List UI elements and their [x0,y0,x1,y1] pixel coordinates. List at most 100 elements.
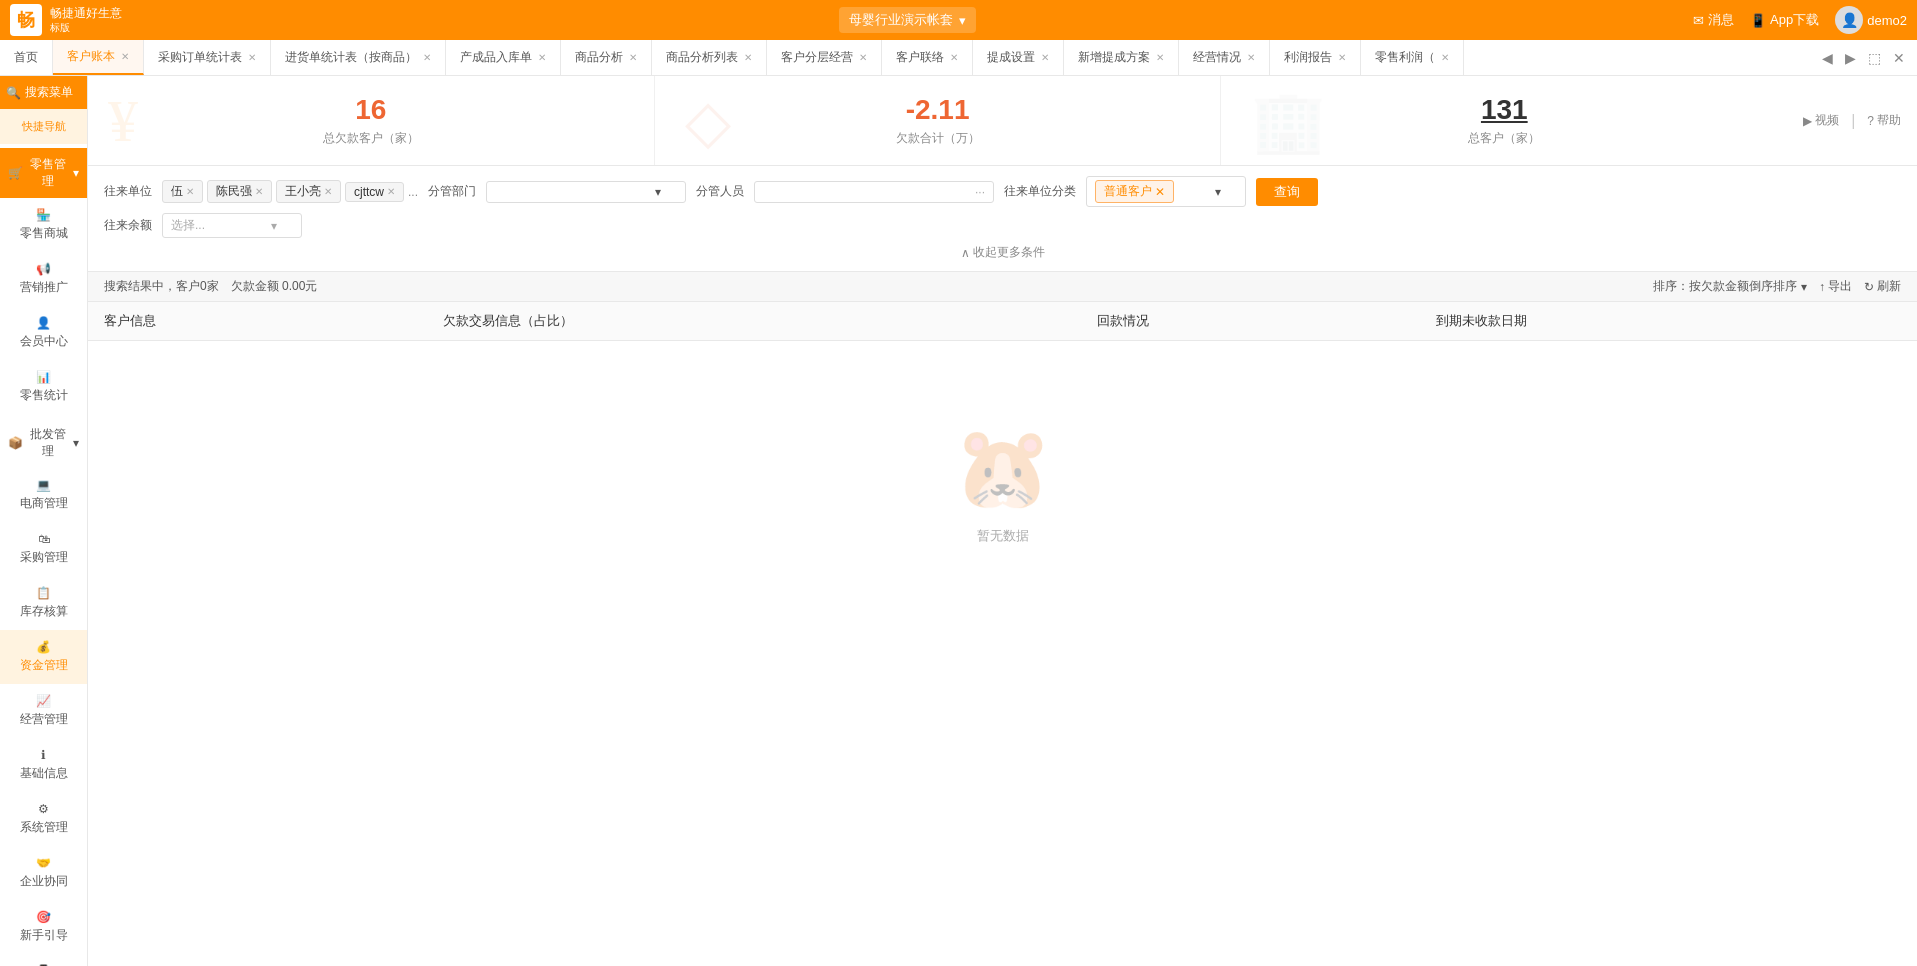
tab-customer-contact-close[interactable]: ✕ [950,52,958,63]
sidebar-item-inventory-label: 库存核算 [20,603,68,620]
sidebar-item-member[interactable]: 👤 会员中心 [0,306,87,360]
filter-tag-wang[interactable]: 王小亮 ✕ [276,180,341,203]
sidebar-item-retail-shop[interactable]: 🏪 零售商城 [0,198,87,252]
nav-next-btn[interactable]: ▶ [1841,48,1860,68]
sidebar-item-purchase[interactable]: 🛍 采购管理 [0,522,87,576]
sidebar-item-marketing[interactable]: 📢 营销推广 [0,252,87,306]
tab-retail-profit-close[interactable]: ✕ [1441,52,1449,63]
filter-tag-chen[interactable]: 陈民强 ✕ [207,180,272,203]
tab-promo-settings-close[interactable]: ✕ [1041,52,1049,63]
sidebar-item-quick-nav[interactable]: 快捷导航 [0,109,87,144]
app-download-btn[interactable]: 📱 App下载 [1750,11,1819,29]
filter-unit-class-tag[interactable]: 普通客户 ✕ [1095,180,1174,203]
user-menu[interactable]: 👤 demo2 [1835,6,1907,34]
tab-home-label: 首页 [14,49,38,66]
empty-state: 🐹 暂无数据 [88,341,1917,625]
sidebar-item-app-center[interactable]: 📱 应用中心 [0,954,87,966]
filter-more-btn[interactable]: ... [408,185,418,199]
results-left: 搜索结果中，客户0家 欠款金额 0.00元 [104,278,317,295]
query-button[interactable]: 查询 [1256,178,1318,206]
tab-profit-report-close[interactable]: ✕ [1338,52,1346,63]
filter-tag-wu-close[interactable]: ✕ [186,186,194,197]
tab-purchase-order[interactable]: 采购订单统计表 ✕ [144,40,271,75]
sidebar-item-retail-stats[interactable]: 📊 零售统计 [0,360,87,414]
tab-promo-settings[interactable]: 提成设置 ✕ [973,40,1064,75]
sidebar-item-inventory[interactable]: 📋 库存核算 [0,576,87,630]
refresh-btn[interactable]: ↻ 刷新 [1864,278,1901,295]
sidebar-item-batch[interactable]: 📦 批发管理 ▾ [0,418,87,468]
tab-new-promo-label: 新增提成方案 [1078,49,1150,66]
video-icon: ▶ [1803,114,1812,128]
store-chevron-icon: ▾ [959,13,966,28]
tab-product-in-close[interactable]: ✕ [538,52,546,63]
finance-icon: 💰 [36,640,51,654]
filter-tag-cjttcw[interactable]: cjttcw ✕ [345,182,404,202]
filter-amount-select[interactable]: 选择... ▾ [162,213,302,238]
filter-person-input[interactable]: ··· [754,181,994,203]
sidebar-item-newbie[interactable]: 🎯 新手引导 [0,900,87,954]
tab-new-promo-close[interactable]: ✕ [1156,52,1164,63]
nav-close-all-btn[interactable]: ✕ [1889,48,1909,68]
filter-tag-chen-close[interactable]: ✕ [255,186,263,197]
store-selector[interactable]: 母婴行业演示帐套 ▾ [839,7,976,33]
nav-expand-btn[interactable]: ⬚ [1864,48,1885,68]
tab-product-analysis[interactable]: 商品分析 ✕ [561,40,652,75]
newbie-icon: 🎯 [36,910,51,924]
batch-icon: 📦 [8,436,23,450]
tab-customer-contact[interactable]: 客户联络 ✕ [882,40,973,75]
export-btn[interactable]: ↑ 导出 [1819,278,1852,295]
filter-dept-select[interactable]: ▾ [486,181,686,203]
avatar: 👤 [1835,6,1863,34]
filter-tag-wang-close[interactable]: ✕ [324,186,332,197]
video-btn[interactable]: ▶ 视频 [1803,112,1839,129]
tab-home[interactable]: 首页 [0,40,53,75]
tab-new-promo[interactable]: 新增提成方案 ✕ [1064,40,1179,75]
sidebar-item-sys-mgmt[interactable]: ⚙ 系统管理 [0,792,87,846]
filter-tag-cjttcw-close[interactable]: ✕ [387,186,395,197]
tab-product-analysis-list[interactable]: 商品分析列表 ✕ [652,40,767,75]
tab-customers-close[interactable]: ✕ [121,51,129,62]
sidebar-item-basic-info[interactable]: ℹ 基础信息 [0,738,87,792]
collapse-btn[interactable]: ∧ 收起更多条件 [104,244,1901,261]
tab-purchase-stats-close[interactable]: ✕ [423,52,431,63]
col-owe-info: 欠款交易信息（占比） [427,302,1081,341]
sidebar-item-ecommerce[interactable]: 💻 电商管理 [0,468,87,522]
tab-product-analysis-close[interactable]: ✕ [629,52,637,63]
help-btn[interactable]: ? 帮助 [1867,112,1901,129]
export-icon: ↑ [1819,280,1825,294]
tab-customer-segment-label: 客户分层经营 [781,49,853,66]
nav-prev-btn[interactable]: ◀ [1818,48,1837,68]
table-wrap: 客户信息 欠款交易信息（占比） 回款情况 到期未收款日期 🐹 暂无数据 [88,302,1917,966]
sidebar-search[interactable]: 🔍 搜索菜单 [0,76,87,109]
tab-product-in[interactable]: 产成品入库单 ✕ [446,40,561,75]
filter-unit-class-tag-close[interactable]: ✕ [1155,185,1165,199]
stat-total-customers: 🏢 131 总客户（家） [1221,76,1787,165]
filter-tag-wu[interactable]: 伍 ✕ [162,180,203,203]
tab-product-in-label: 产成品入库单 [460,49,532,66]
sidebar-item-retail[interactable]: 🛒 零售管理 ▾ [0,148,87,198]
tab-retail-profit[interactable]: 零售利润（ ✕ [1361,40,1464,75]
tab-profit-report[interactable]: 利润报告 ✕ [1270,40,1361,75]
logo-subtitle: 标版 [50,21,122,34]
sort-select[interactable]: 排序：按欠款金额倒序排序 ▾ [1653,278,1807,295]
tab-customer-segment[interactable]: 客户分层经营 ✕ [767,40,882,75]
tab-ops-status-close[interactable]: ✕ [1247,52,1255,63]
refresh-label: 刷新 [1877,278,1901,295]
content-area: ¥ 16 总欠款客户（家） ◇ -2.11 欠款合计（万） 🏢 131 总客户（… [88,76,1917,966]
filter-unit-class-chevron-icon: ▾ [1215,185,1221,199]
message-btn[interactable]: ✉ 消息 [1693,11,1734,29]
stats-bar-right: ▶ 视频 | ? 帮助 [1787,112,1917,130]
nav-tabs-actions: ◀ ▶ ⬚ ✕ [1810,40,1917,75]
sidebar-item-finance[interactable]: 💰 资金管理 [0,630,87,684]
sidebar-item-enterprise[interactable]: 🤝 企业协同 [0,846,87,900]
tab-customers[interactable]: 客户账本 ✕ [53,40,144,75]
tab-ops-status[interactable]: 经营情况 ✕ [1179,40,1270,75]
tab-purchase-order-close[interactable]: ✕ [248,52,256,63]
sidebar-item-retail-shop-label: 零售商城 [20,225,68,242]
tab-product-analysis-list-close[interactable]: ✕ [744,52,752,63]
tab-purchase-stats[interactable]: 进货单统计表（按商品） ✕ [271,40,446,75]
filter-unit-class-select[interactable]: 普通客户 ✕ ▾ [1086,176,1246,207]
sort-chevron-icon: ▾ [1801,280,1807,294]
tab-customer-segment-close[interactable]: ✕ [859,52,867,63]
sidebar-item-operations[interactable]: 📈 经营管理 [0,684,87,738]
